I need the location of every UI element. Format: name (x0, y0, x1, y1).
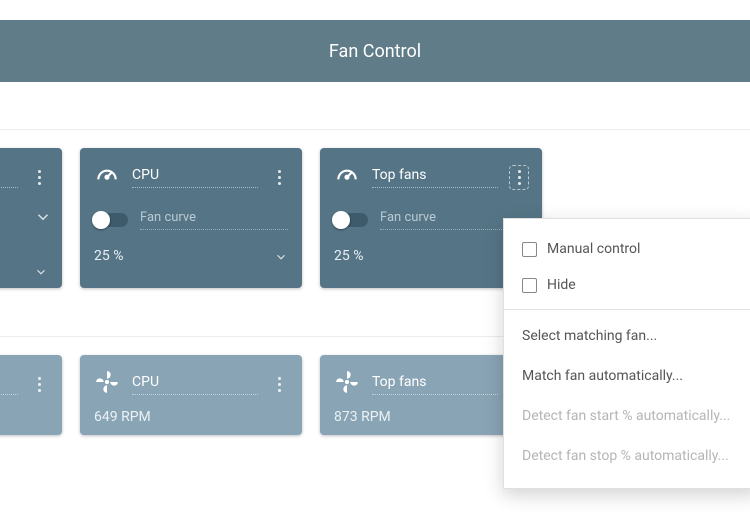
menu-select-matching-fan[interactable]: Select matching fan... (504, 316, 750, 356)
control-card: CPU Fan curve 25 % (80, 148, 302, 288)
fan-icon (94, 369, 120, 399)
kebab-icon[interactable] (270, 168, 288, 187)
app-header: Fan Control (0, 20, 750, 82)
kebab-icon[interactable] (30, 168, 48, 187)
manual-toggle[interactable] (334, 213, 368, 227)
menu-detect-stop: Detect fan stop % automatically... (504, 436, 750, 476)
checkbox-icon (522, 278, 537, 293)
control-title[interactable]: CPU (132, 167, 258, 188)
menu-separator (504, 309, 750, 310)
card-context-menu: Manual control Hide Select matching fan.… (503, 218, 750, 489)
percent-value: 25 % (94, 248, 123, 264)
percent-value: 25 % (334, 248, 363, 264)
sensor-title[interactable]: Top fans (372, 374, 498, 395)
expand-chevron-icon[interactable] (34, 264, 48, 278)
menu-label: Detect fan stop % automatically... (522, 448, 729, 464)
toolbar-spacer (0, 82, 750, 130)
expand-chevron-icon[interactable] (274, 249, 288, 263)
sensor-title[interactable]: e RT: (0, 374, 18, 395)
gauge-icon (94, 162, 120, 192)
menu-detect-start: Detect fan start % automatically... (504, 396, 750, 436)
menu-label: Detect fan start % automatically... (522, 408, 730, 424)
control-title[interactable]: Top fans (372, 167, 498, 188)
control-card: orce (0, 148, 62, 288)
control-title[interactable]: orce (0, 167, 18, 188)
menu-label: Hide (547, 277, 576, 293)
app-title: Fan Control (329, 41, 421, 62)
kebab-icon[interactable] (30, 375, 48, 394)
kebab-icon[interactable] (510, 166, 528, 189)
menu-manual-control[interactable]: Manual control (504, 231, 750, 267)
sensor-card: CPU 649 RPM (80, 355, 302, 435)
menu-match-fan-auto[interactable]: Match fan automatically... (504, 356, 750, 396)
menu-label: Manual control (547, 241, 640, 257)
menu-label: Select matching fan... (522, 328, 657, 344)
rpm-value: 873 RPM (334, 409, 528, 425)
sensor-card: e RT: (0, 355, 62, 435)
manual-toggle[interactable] (94, 213, 128, 227)
kebab-icon[interactable] (270, 375, 288, 394)
fan-curve-select[interactable]: Fan curve (140, 210, 288, 230)
sensor-title[interactable]: CPU (132, 374, 258, 395)
gauge-icon (334, 162, 360, 192)
fan-icon (334, 369, 360, 399)
dropdown-button[interactable] (34, 208, 52, 224)
menu-hide[interactable]: Hide (504, 267, 750, 303)
checkbox-icon (522, 242, 537, 257)
menu-label: Match fan automatically... (522, 368, 683, 384)
rpm-value: 649 RPM (94, 409, 288, 425)
